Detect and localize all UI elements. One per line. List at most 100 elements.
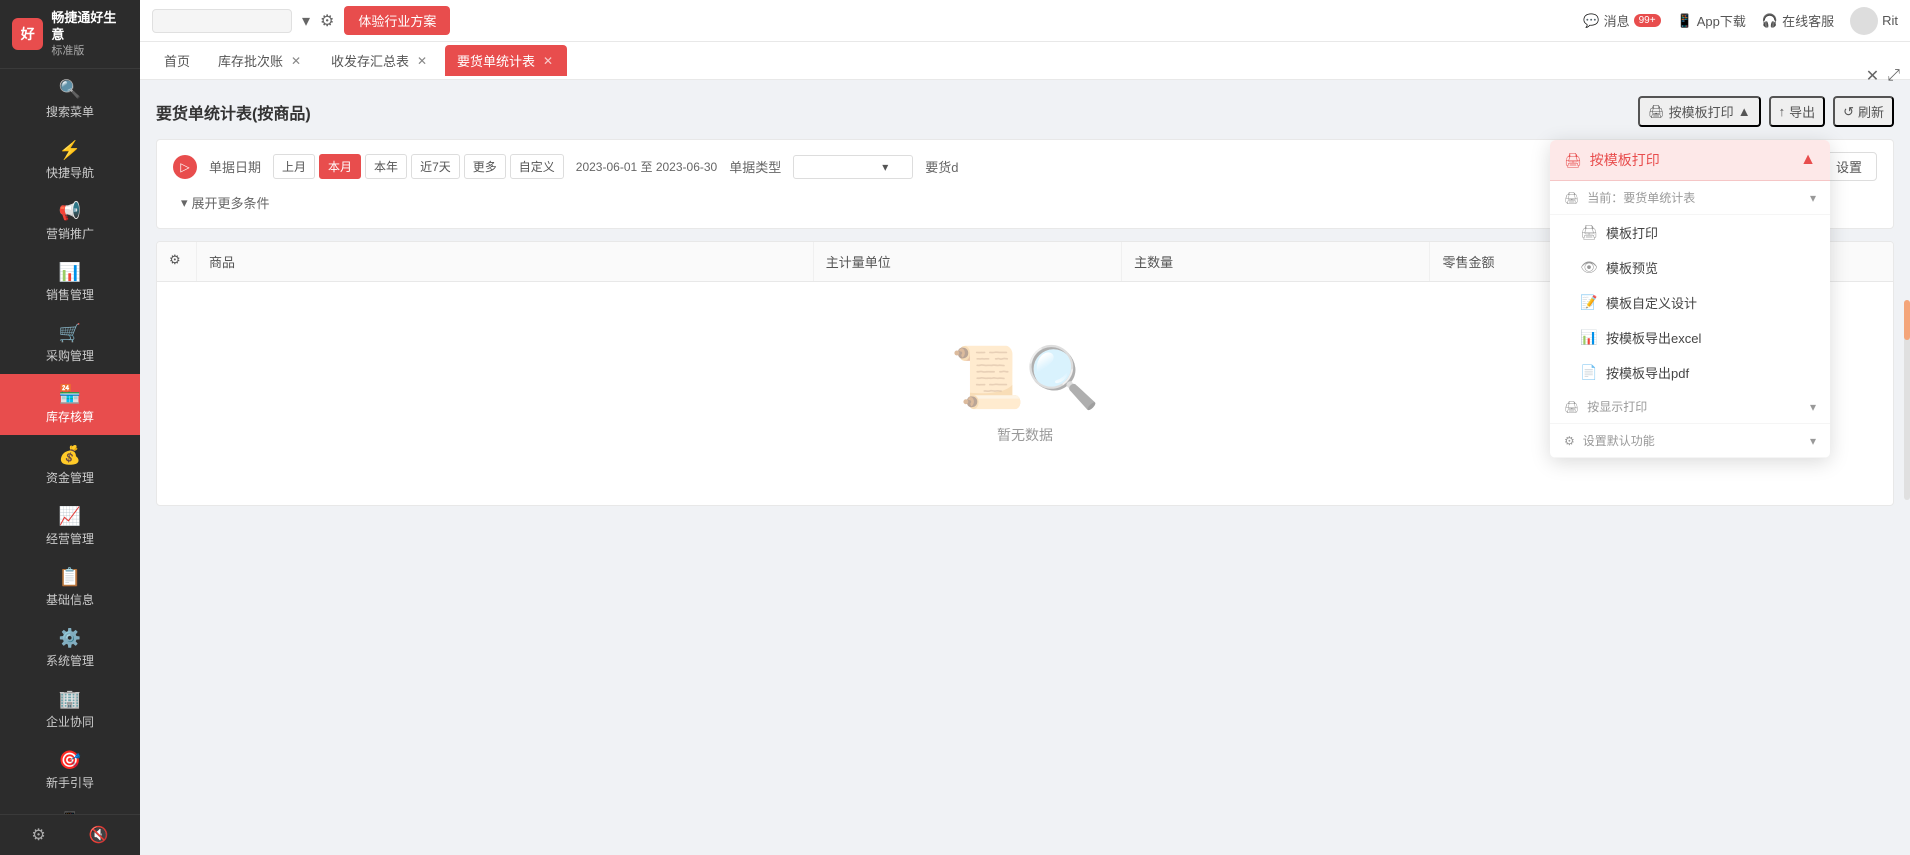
sidebar-item-guide[interactable]: 🎯新手引导 xyxy=(0,740,140,801)
trial-button[interactable]: 体验行业方案 xyxy=(344,6,450,35)
table-col-0: ⚙ xyxy=(157,242,197,281)
tab-inventory-batch[interactable]: 库存批次账 ✕ xyxy=(206,45,315,76)
export-btn[interactable]: ↑ 导出 xyxy=(1769,96,1826,127)
template-export-pdf-icon: 📄 xyxy=(1580,364,1598,381)
chevron-up-icon: ▲ xyxy=(1738,104,1751,119)
tab-close-inventory-batch[interactable]: ✕ xyxy=(289,54,303,68)
tab-collection-summary[interactable]: 收发存汇总表✕ xyxy=(319,45,441,76)
settings-col-icon[interactable]: ⚙ xyxy=(169,252,181,267)
online-service-item[interactable]: 🎧 在线客服 xyxy=(1762,11,1834,30)
topbar-dropdown-icon[interactable]: ▾ xyxy=(302,11,310,31)
user-item[interactable]: Rit xyxy=(1850,7,1898,35)
page-actions: 🖨 按模板打印 ▲ ↑ 导出 ↺ 刷新 xyxy=(1638,96,1894,127)
template-preview-label: 模板预览 xyxy=(1606,258,1658,277)
refresh-btn[interactable]: ↺ 刷新 xyxy=(1833,96,1894,127)
print-header-icon: 🖨 xyxy=(1564,152,1582,169)
dropdown-close-btn[interactable]: ▲ xyxy=(1800,151,1816,169)
search-input[interactable] xyxy=(152,9,292,33)
sidebar-item-finance[interactable]: 💰资金管理 xyxy=(0,435,140,496)
sidebar-bottom: ⚙ 🔇 xyxy=(0,814,140,855)
current-template-header[interactable]: 🖨 当前：要货单统计表 ▾ xyxy=(1550,181,1830,214)
tab-label-inventory-batch: 库存批次账 xyxy=(218,51,283,70)
template-custom-label: 模板自定义设计 xyxy=(1606,293,1697,312)
doc-type-select[interactable]: ▾ xyxy=(793,155,913,179)
sidebar-label-quick-nav: 快捷导航 xyxy=(46,164,94,181)
sidebar-label-sales: 销售管理 xyxy=(46,286,94,303)
settings-icon[interactable]: ⚙ xyxy=(31,825,45,845)
tab-close-collection-summary[interactable]: ✕ xyxy=(415,54,429,68)
right-scrollbar[interactable] xyxy=(1904,300,1910,500)
dropdown-title-area: 🖨 按模板打印 xyxy=(1564,150,1660,170)
sidebar-item-marketing[interactable]: 📢 营销推广 xyxy=(0,191,140,252)
sidebar-label-purchase: 采购管理 xyxy=(46,347,94,364)
mute-icon[interactable]: 🔇 xyxy=(89,825,109,845)
printer-icon: 🖨 xyxy=(1648,104,1665,120)
maximize-window-btn[interactable]: ⤢ xyxy=(1885,65,1902,87)
page-title: 要货单统计表(按商品) xyxy=(156,100,311,124)
topbar: ▾ ⚙ 体验行业方案 💬 消息 99+ 📱 App下载 🎧 在线客服 Rit xyxy=(140,0,1910,42)
sidebar-item-enterprise[interactable]: 🏢企业协同 xyxy=(0,679,140,740)
empty-text: 暂无数据 xyxy=(997,425,1053,445)
set-default-arrow: ▾ xyxy=(1810,434,1816,448)
print-template-btn[interactable]: 🖨 按模板打印 ▲ xyxy=(1638,96,1760,127)
dropdown-item-template-preview[interactable]: 👁模板预览 xyxy=(1550,250,1830,285)
dropdown-item-template-print[interactable]: 🖨 模板打印 xyxy=(1550,215,1830,250)
current-template-section: 🖨 当前：要货单统计表 ▾ xyxy=(1550,181,1830,215)
dropdown-item-template-export-pdf[interactable]: 📄按模板导出pdf xyxy=(1550,355,1830,390)
sidebar-item-inventory[interactable]: 🏪库存核算 xyxy=(0,374,140,435)
dropdown-item-template-custom[interactable]: 📝 模板自定义设计 xyxy=(1550,285,1830,320)
sidebar-label-system: 系统管理 xyxy=(46,652,94,669)
template-custom-icon: 📝 xyxy=(1580,294,1598,311)
export-label: 导出 xyxy=(1789,102,1815,121)
sidebar-item-system[interactable]: ⚙️系统管理 xyxy=(0,618,140,679)
quick-nav-icon: ⚡ xyxy=(59,140,81,161)
sidebar-label-operations: 经营管理 xyxy=(46,530,94,547)
sidebar-label-guide: 新手引导 xyxy=(46,774,94,791)
sidebar-item-sales[interactable]: 📊 销售管理 xyxy=(0,252,140,313)
close-window-btn[interactable]: ✕ xyxy=(1864,64,1881,88)
sidebar-item-operations[interactable]: 📈 经营管理 xyxy=(0,496,140,557)
template-print-label: 模板打印 xyxy=(1606,223,1658,242)
tab-order-stats[interactable]: 要货单统计表 ✕ xyxy=(445,45,567,76)
filter-expand-arrow[interactable]: ▷ xyxy=(173,155,197,179)
date-btn-上月[interactable]: 上月 xyxy=(273,154,315,179)
chevron-down-icon: ▾ xyxy=(181,195,188,211)
set-default-label: 设置默认功能 xyxy=(1583,432,1655,449)
sidebar-item-app[interactable]: 📱应用中心 xyxy=(0,801,140,814)
sidebar-item-basic[interactable]: 📋基础信息 xyxy=(0,557,140,618)
sidebar-item-search[interactable]: 🔍搜索菜单 xyxy=(0,69,140,130)
date-btn-自定义[interactable]: 自定义 xyxy=(510,154,564,179)
date-btn-本月[interactable]: 本月 xyxy=(319,154,361,179)
operations-icon: 📈 xyxy=(59,506,81,527)
date-btn-更多[interactable]: 更多 xyxy=(464,154,506,179)
display-print-icon: 🖨 xyxy=(1564,400,1579,414)
marketing-icon: 📢 xyxy=(59,201,81,222)
date-btn-本年[interactable]: 本年 xyxy=(365,154,407,179)
topbar-gear-icon[interactable]: ⚙ xyxy=(320,11,334,31)
template-export-excel-icon: 📊 xyxy=(1580,329,1598,346)
finance-icon: 💰 xyxy=(59,445,81,466)
dropdown-item-template-export-excel[interactable]: 📊按模板导出excel xyxy=(1550,320,1830,355)
refresh-label: 刷新 xyxy=(1858,102,1884,121)
set-default-header[interactable]: ⚙ 设置默认功能 ▾ xyxy=(1550,424,1830,457)
refresh-icon: ↺ xyxy=(1843,104,1854,120)
page-header: 要货单统计表(按商品) 🖨 按模板打印 ▲ ↑ 导出 ↺ 刷新 xyxy=(156,96,1894,127)
message-icon: 💬 xyxy=(1583,13,1599,29)
sidebar: 好 畅捷通好生意 标准版 🔍搜索菜单⚡快捷导航📢营销推广📊销售管理🛒采购管理🏪库… xyxy=(0,0,140,855)
purchase-icon: 🛒 xyxy=(59,323,81,344)
sidebar-item-purchase[interactable]: 🛒 采购管理 xyxy=(0,313,140,374)
sidebar-label-marketing: 营销推广 xyxy=(46,225,94,242)
template-print-icon: 🖨 xyxy=(1580,224,1598,241)
messages-item[interactable]: 💬 消息 99+ xyxy=(1583,11,1660,30)
tab-home[interactable]: 首页 xyxy=(152,45,202,76)
display-print-header[interactable]: 🖨 按显示打印 ▾ xyxy=(1550,390,1830,423)
tab-close-order-stats[interactable]: ✕ xyxy=(541,54,555,68)
date-btn-近7天[interactable]: 近7天 xyxy=(411,154,460,179)
inventory-icon: 🏪 xyxy=(59,384,81,405)
dropdown-menu: 🖨 按模板打印 ▲ 🖨 当前：要货单统计表 ▾ 🖨 模板打印 👁模板预览 📝 模板自定义… xyxy=(1550,140,1830,458)
app-download-item[interactable]: 📱 App下载 xyxy=(1677,11,1746,30)
tab-label-order-stats: 要货单统计表 xyxy=(457,51,535,70)
sales-icon: 📊 xyxy=(59,262,81,283)
scrollbar-thumb[interactable] xyxy=(1904,300,1910,340)
sidebar-item-quick-nav[interactable]: ⚡ 快捷导航 xyxy=(0,130,140,191)
